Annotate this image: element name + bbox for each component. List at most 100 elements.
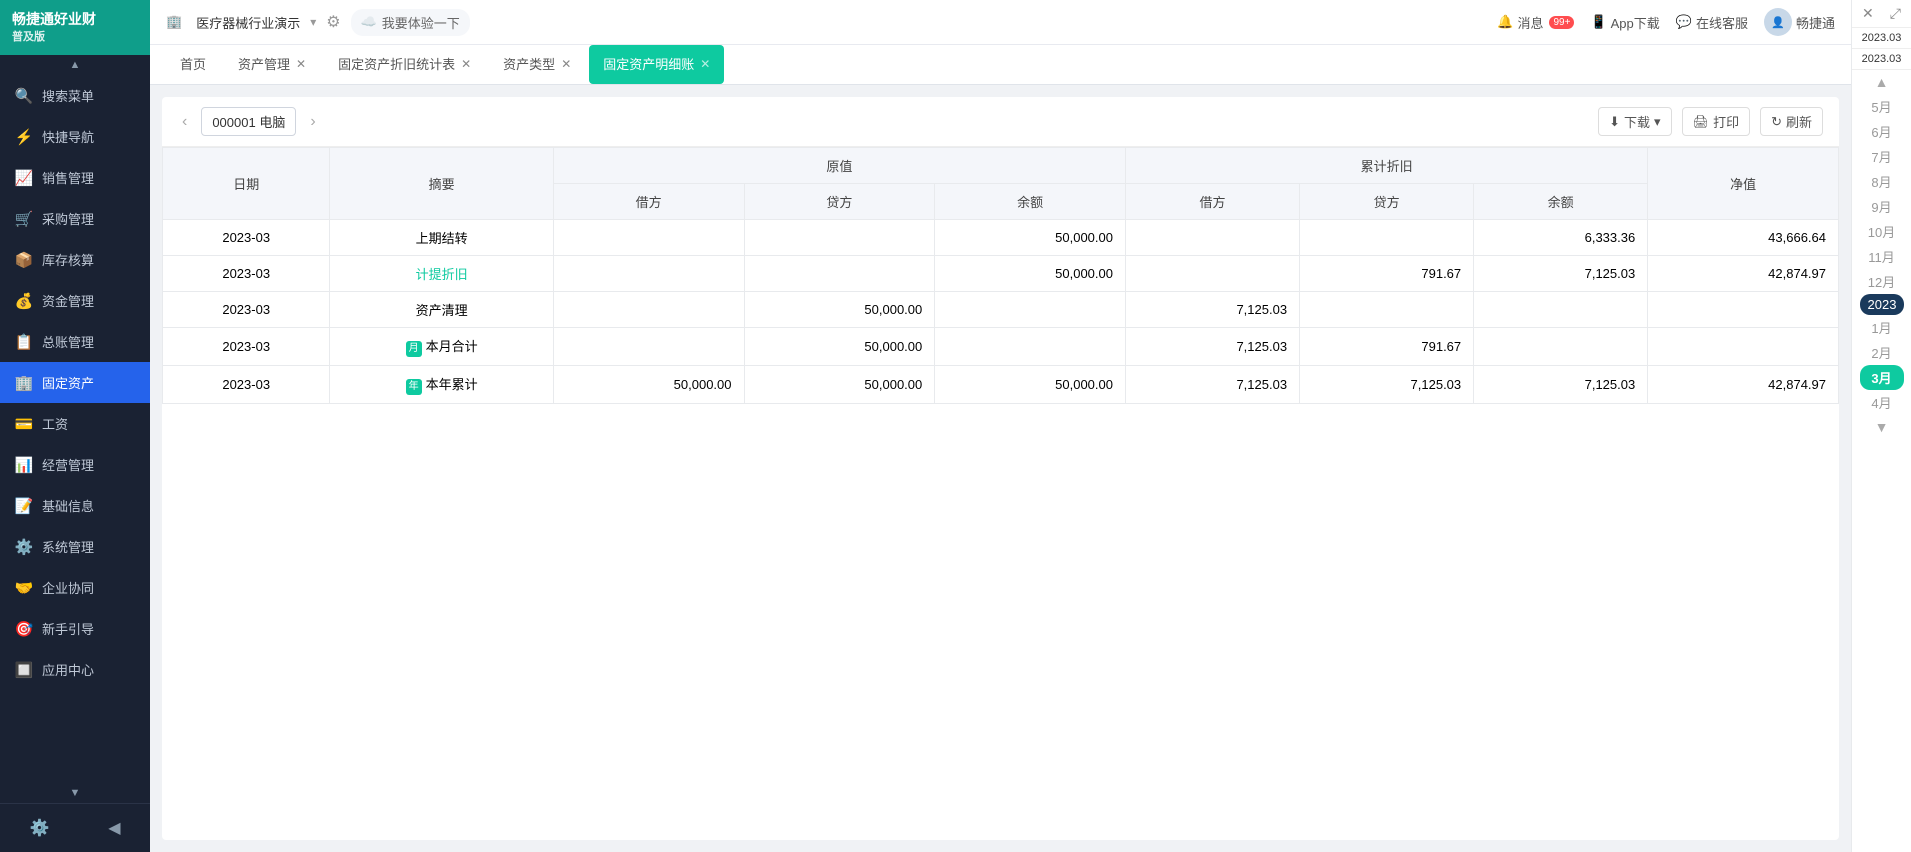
sidebar-item-salary[interactable]: 💳 工资 [0, 403, 150, 444]
experience-emoji: ☁️ [361, 14, 377, 30]
settings-icon[interactable]: ⚙️ [21, 814, 57, 842]
user-area[interactable]: 👤 畅捷通 [1764, 8, 1835, 36]
customer-service-btn[interactable]: 💬 在线客服 [1676, 13, 1748, 32]
timeline-month-8月[interactable]: 8月 [1860, 169, 1904, 194]
cell-dep-debit: 7,125.03 [1125, 292, 1299, 328]
timeline-month-9月[interactable]: 9月 [1860, 194, 1904, 219]
asset-next-btn[interactable]: › [306, 111, 319, 133]
cell-dep-credit [1300, 292, 1474, 328]
ledger-icon: 📋 [14, 333, 34, 351]
timeline-month-1月[interactable]: 1月 [1860, 315, 1904, 340]
inventory-icon: 📦 [14, 251, 34, 269]
timeline-nav-down[interactable]: ▼ [1870, 415, 1894, 439]
table-wrapper: 日期 摘要 原值 累计折旧 净值 借方 贷方 余额 借方 贷方 余额 [162, 147, 1839, 840]
sidebar-item-inventory[interactable]: 📦 库存核算 [0, 239, 150, 280]
cell-net-value: 43,666.64 [1648, 220, 1839, 256]
tab-label-asset-mgmt: 资产管理 [238, 54, 290, 73]
sidebar-logo: 畅捷通好业财 普及版 [0, 0, 150, 55]
sidebar-label-guide: 新手引导 [42, 619, 94, 638]
cell-orig-credit: 50,000.00 [744, 328, 935, 366]
company-arrow[interactable]: ▾ [310, 15, 316, 29]
sidebar-item-purchase[interactable]: 🛒 采购管理 [0, 198, 150, 239]
cell-dep-debit: 7,125.03 [1125, 328, 1299, 366]
cell-orig-credit: 50,000.00 [744, 292, 935, 328]
experience-label: 我要体验一下 [382, 13, 460, 32]
sidebar-item-sales[interactable]: 📈 销售管理 [0, 157, 150, 198]
experience-btn[interactable]: ☁️ 我要体验一下 [351, 9, 470, 36]
cell-date: 2023-03 [163, 292, 330, 328]
timeline-month-2月[interactable]: 2月 [1860, 340, 1904, 365]
print-btn[interactable]: 🖨 打印 [1682, 107, 1751, 136]
timeline-month-11月[interactable]: 11月 [1860, 244, 1904, 269]
sidebar-item-ledger[interactable]: 📋 总账管理 [0, 321, 150, 362]
sidebar-item-guide[interactable]: 🎯 新手引导 [0, 608, 150, 649]
cell-dep-balance [1474, 328, 1648, 366]
basic-icon: 📝 [14, 497, 34, 515]
sidebar-item-fixed[interactable]: 🏢 固定资产 [0, 362, 150, 403]
tab-close-asset-type[interactable]: ✕ [561, 57, 571, 71]
cell-orig-balance [935, 328, 1126, 366]
sidebar-item-system[interactable]: ⚙️ 系统管理 [0, 526, 150, 567]
tab-asset-type[interactable]: 资产类型 ✕ [489, 45, 585, 84]
asset-prev-btn[interactable]: ‹ [178, 111, 191, 133]
expand-panel-icon[interactable]: ⤢ [1890, 5, 1901, 22]
sidebar-scroll-down[interactable]: ▼ [0, 783, 150, 803]
tab-asset-detail[interactable]: 固定资产明细账✕ [589, 45, 724, 84]
download-arrow: ▾ [1654, 114, 1661, 130]
cell-orig-balance: 50,000.00 [935, 256, 1126, 292]
timeline-month-7月[interactable]: 7月 [1860, 144, 1904, 169]
tab-close-asset-detail[interactable]: ✕ [700, 57, 710, 71]
topbar-settings-icon[interactable]: ⚙ [326, 12, 340, 32]
tab-close-depreciation-table[interactable]: ✕ [461, 57, 471, 71]
cell-net-value: 42,874.97 [1648, 256, 1839, 292]
sidebar-item-nav[interactable]: ⚡ 快捷导航 [0, 116, 150, 157]
tab-label-asset-type: 资产类型 [503, 54, 555, 73]
sidebar-item-capital[interactable]: 💰 资金管理 [0, 280, 150, 321]
download-btn[interactable]: ⬇ 下载 ▾ [1598, 107, 1671, 136]
refresh-btn[interactable]: ↻ 刷新 [1760, 107, 1823, 136]
close-panel-icon[interactable]: ✕ [1862, 5, 1874, 22]
timeline-month-6月[interactable]: 6月 [1860, 119, 1904, 144]
sidebar-label-sales: 销售管理 [42, 168, 94, 187]
sidebar: 畅捷通好业财 普及版 ▲ 🔍 搜索菜单⚡ 快捷导航📈 销售管理🛒 采购管理📦 库… [0, 0, 150, 852]
cell-orig-balance [935, 292, 1126, 328]
tab-close-asset-mgmt[interactable]: ✕ [296, 57, 306, 71]
asset-nav: ‹ 000001 电脑 › ⬇ 下载 ▾ 🖨 打印 ↻ [162, 97, 1839, 147]
tab-asset-mgmt[interactable]: 资产管理 ✕ [224, 45, 320, 84]
cell-dep-balance [1474, 292, 1648, 328]
timeline-month-4月[interactable]: 4月 [1860, 390, 1904, 415]
sidebar-item-basic[interactable]: 📝 基础信息 [0, 485, 150, 526]
table-row: 2023-03 计提折旧 50,000.00 791.67 7,125.03 4… [163, 256, 1839, 292]
timeline-month-12月[interactable]: 12月 [1860, 269, 1904, 294]
cell-dep-balance: 7,125.03 [1474, 256, 1648, 292]
sidebar-item-apps[interactable]: 🔲 应用中心 [0, 649, 150, 690]
sidebar-item-coop[interactable]: 🤝 企业协同 [0, 567, 150, 608]
tab-depreciation-table[interactable]: 固定资产折旧统计表✕ [324, 45, 485, 84]
cell-orig-debit [553, 256, 744, 292]
sidebar-label-basic: 基础信息 [42, 496, 94, 515]
notifications-btn[interactable]: 🔔 消息 99+ [1497, 13, 1574, 32]
collapse-icon[interactable]: ◀ [100, 814, 128, 842]
operations-icon: 📊 [14, 456, 34, 474]
cell-summary[interactable]: 计提折旧 [330, 256, 553, 292]
col-dep-credit: 贷方 [1300, 184, 1474, 220]
timeline-nav-up[interactable]: ▲ [1870, 70, 1894, 94]
user-name: 畅捷通 [1796, 13, 1835, 32]
capital-icon: 💰 [14, 292, 34, 310]
cell-dep-credit: 7,125.03 [1300, 366, 1474, 404]
col-net-value: 净值 [1648, 148, 1839, 220]
sidebar-scroll-up[interactable]: ▲ [0, 55, 150, 75]
download-btn[interactable]: 📱 App下载 [1590, 13, 1659, 32]
timeline-month-5月[interactable]: 5月 [1860, 94, 1904, 119]
cell-dep-debit: 7,125.03 [1125, 366, 1299, 404]
sidebar-item-operations[interactable]: 📊 经营管理 [0, 444, 150, 485]
col-dep-debit: 借方 [1125, 184, 1299, 220]
sidebar-label-search: 搜索菜单 [42, 86, 94, 105]
timeline-month-3月[interactable]: 3月 [1860, 365, 1904, 390]
timeline-month-10月[interactable]: 10月 [1860, 219, 1904, 244]
purchase-icon: 🛒 [14, 210, 34, 228]
sidebar-label-inventory: 库存核算 [42, 250, 94, 269]
timeline-year-badge[interactable]: 2023 [1860, 294, 1904, 315]
sidebar-item-search[interactable]: 🔍 搜索菜单 [0, 75, 150, 116]
tab-home[interactable]: 首页 [166, 45, 220, 84]
